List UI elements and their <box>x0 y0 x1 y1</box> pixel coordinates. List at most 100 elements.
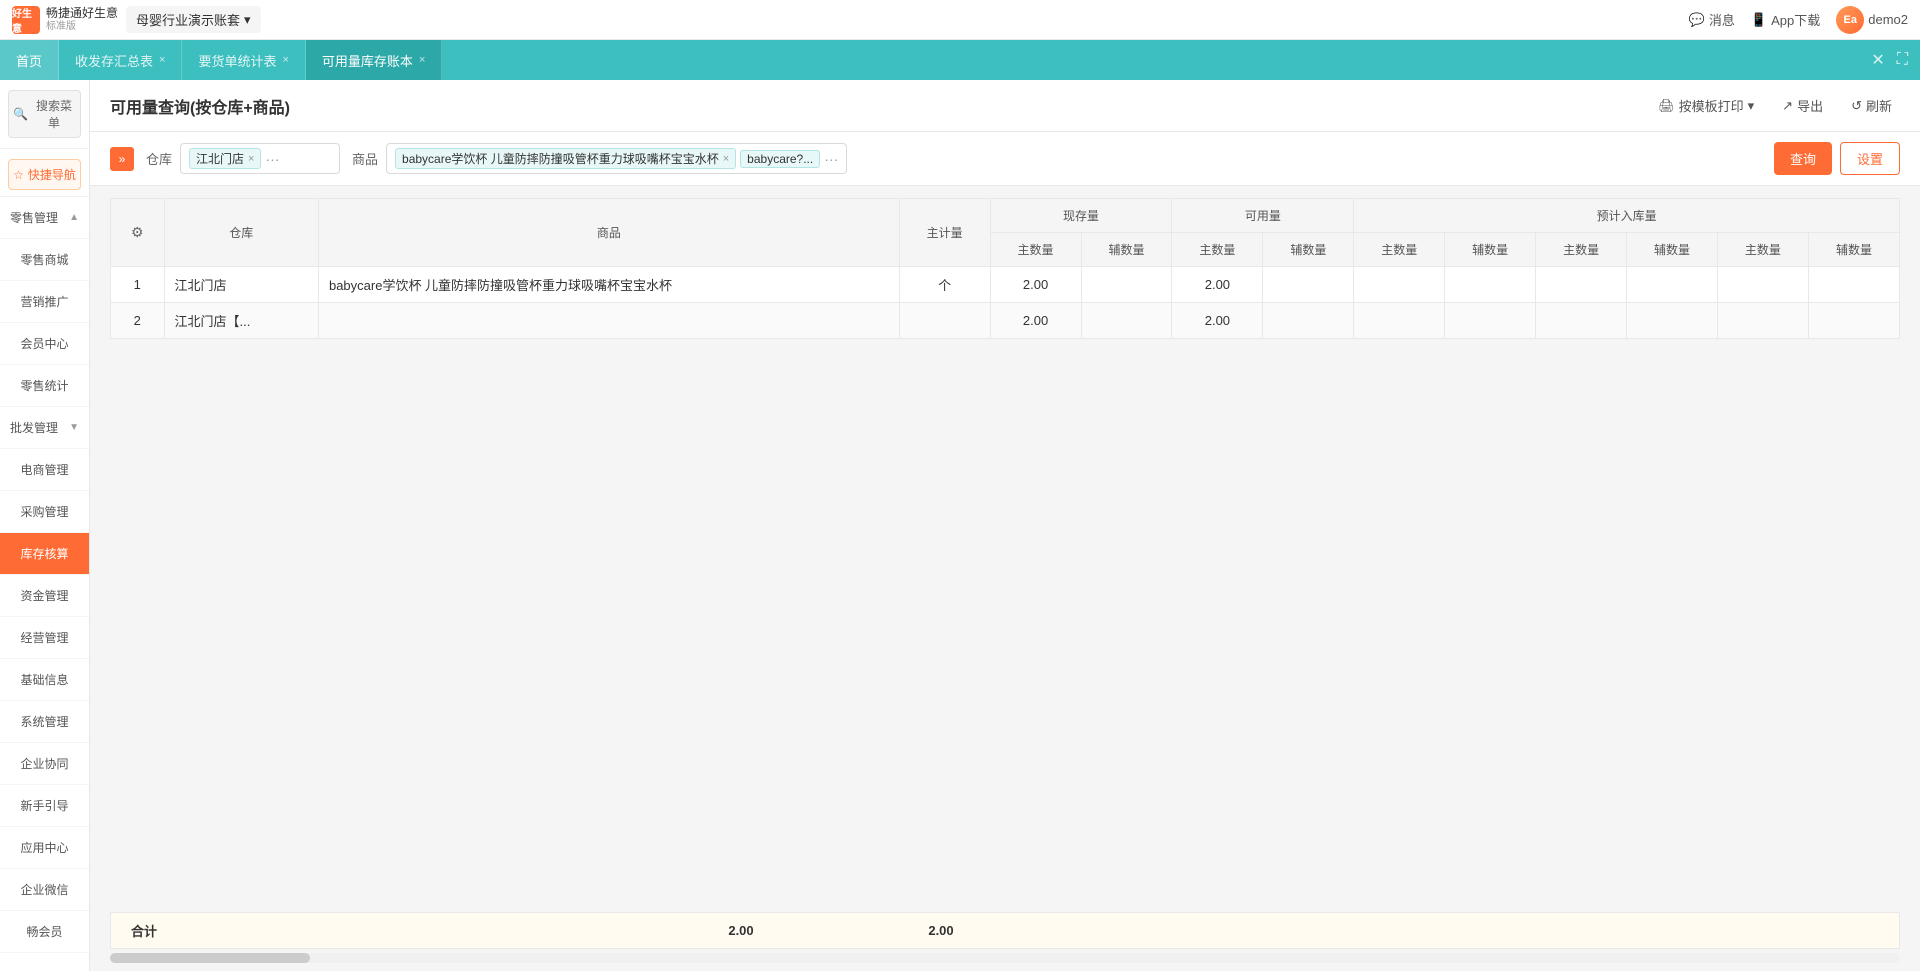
row-stock-main: 2.00 <box>990 267 1081 303</box>
sidebar-item-new-guide[interactable]: 新手引导 <box>0 785 89 827</box>
sidebar-nav-area: ☆ 快捷导航 <box>0 149 89 197</box>
col-warehouse-header: 仓库 <box>164 199 318 267</box>
row-stock-main: 2.00 <box>990 303 1081 339</box>
tab-available-stock[interactable]: 可用量库存账本 × <box>306 40 442 80</box>
content-area: 可用量查询(按仓库+商品) 🖨 按模板打印 ▾ ↗ 导出 ↺ 刷新 » <box>90 80 1920 971</box>
search-menu-button[interactable]: 🔍 搜索菜单 <box>8 90 81 138</box>
filter-action-buttons: 查询 设置 <box>1774 142 1900 175</box>
download-icon: 📱 <box>1751 12 1767 28</box>
refresh-button[interactable]: ↺ 刷新 <box>1843 92 1900 119</box>
message-button[interactable]: 💬 消息 <box>1689 10 1735 29</box>
sidebar-item-finance-mgmt[interactable]: 资金管理 <box>0 575 89 617</box>
sidebar-item-purchase-mgmt[interactable]: 采购管理 <box>0 491 89 533</box>
product-filter-label: 商品 <box>352 149 378 168</box>
row-no: 1 <box>111 267 165 303</box>
close-tab-order-stat[interactable]: × <box>282 54 288 66</box>
header-right: 💬 消息 📱 App下载 Ea demo2 <box>1689 6 1908 34</box>
filter-more-icon-2: ··· <box>824 151 838 167</box>
col-avail-main-header: 主数量 <box>1172 233 1263 267</box>
sidebar-item-app-center[interactable]: 应用中心 <box>0 827 89 869</box>
footer-stock-main: 2.00 <box>691 923 791 938</box>
nav-tabs: 首页 收发存汇总表 × 要货单统计表 × 可用量库存账本 × ✕ ⛶ <box>0 40 1920 80</box>
col-stock-group-header: 现存量 <box>990 199 1172 233</box>
main-layout: 🔍 搜索菜单 ☆ 快捷导航 零售管理 ▲ 零售商城 营销推广 会员中心 零售统计 <box>0 80 1920 971</box>
logo-text: 畅捷通好生意 标准版 <box>46 6 118 32</box>
tabs-right-actions: ✕ ⛶ <box>1867 46 1920 74</box>
sidebar-search-area: 🔍 搜索菜单 <box>0 80 89 149</box>
tab-receipt[interactable]: 收发存汇总表 × <box>59 40 182 80</box>
col-avail-aux-header: 辅数量 <box>1263 233 1354 267</box>
row-unit: 个 <box>899 267 990 303</box>
row-production-main <box>1717 267 1808 303</box>
sidebar-item-enterprise-collab[interactable]: 企业协同 <box>0 743 89 785</box>
sidebar-item-retail-mall[interactable]: 零售商城 <box>0 239 89 281</box>
nav-icon: ☆ <box>13 168 24 182</box>
header-left: 好生意 畅捷通好生意 标准版 母婴行业演示账套 ▾ <box>12 6 261 34</box>
filter-bar: » 仓库 江北门店 × ··· 商品 babycare学饮杯 儿童防摔防撞吸管杯… <box>90 132 1920 186</box>
col-incoming-main-header: 主数量 <box>1536 233 1627 267</box>
sidebar-item-enterprise-wechat[interactable]: 企业微信 <box>0 869 89 911</box>
remove-warehouse-tag[interactable]: × <box>248 153 254 165</box>
setting-button[interactable]: 设置 <box>1840 142 1900 175</box>
sidebar-item-wholesale-mgmt[interactable]: 批发管理 ▼ <box>0 407 89 449</box>
row-purchase-main <box>1354 303 1445 339</box>
export-button[interactable]: ↗ 导出 <box>1774 92 1831 119</box>
product-filter-tag-1: babycare学饮杯 儿童防摔防撞吸管杯重力球吸嘴杯宝宝水杯 × <box>395 148 736 169</box>
col-settings-header[interactable]: ⚙ <box>111 199 165 267</box>
page-title: 可用量查询(按仓库+商品) <box>110 94 290 130</box>
row-avail-main: 2.00 <box>1172 303 1263 339</box>
row-warehouse: 江北门店【... <box>164 303 318 339</box>
sidebar-item-member-center[interactable]: 会员中心 <box>0 323 89 365</box>
sidebar-item-inventory-check[interactable]: 库存核算 <box>0 533 89 575</box>
warehouse-filter-input[interactable]: 江北门店 × ··· <box>180 143 340 174</box>
col-expected-group-header: 预计入库量 <box>1354 199 1900 233</box>
sidebar-item-system-mgmt[interactable]: 系统管理 <box>0 701 89 743</box>
chevron-icon: ▲ <box>69 212 79 223</box>
store-selector[interactable]: 母婴行业演示账套 ▾ <box>126 6 261 33</box>
quick-nav-button[interactable]: ☆ 快捷导航 <box>8 159 81 190</box>
row-avail-aux <box>1263 303 1354 339</box>
warehouse-filter-tag: 江北门店 × <box>189 148 261 169</box>
top-header: 好生意 畅捷通好生意 标准版 母婴行业演示账套 ▾ 💬 消息 📱 App下载 E… <box>0 0 1920 40</box>
col-production-aux-header: 辅数量 <box>1808 233 1899 267</box>
print-icon: 🖨 <box>1658 98 1675 114</box>
row-incoming-aux <box>1627 303 1718 339</box>
app-download-button[interactable]: 📱 App下载 <box>1751 10 1820 29</box>
row-unit <box>899 303 990 339</box>
col-unit-header: 主计量 <box>899 199 990 267</box>
sidebar-item-basic-info[interactable]: 基础信息 <box>0 659 89 701</box>
expand-tabs-button[interactable]: ⛶ <box>1893 47 1912 73</box>
col-product-header: 商品 <box>318 199 899 267</box>
filter-expand-button[interactable]: » <box>110 147 134 171</box>
query-button[interactable]: 查询 <box>1774 142 1832 175</box>
horizontal-scrollbar[interactable] <box>110 953 1900 963</box>
close-tab-receipt[interactable]: × <box>159 54 165 66</box>
table-area: ⚙ 仓库 商品 主计量 现存量 可用量 预计入库量 主数量 辅数量 主数量 辅数… <box>90 186 1920 912</box>
scrollbar-thumb[interactable] <box>110 953 310 963</box>
tab-home[interactable]: 首页 <box>0 40 59 80</box>
user-profile[interactable]: Ea demo2 <box>1836 6 1908 34</box>
close-all-tabs-button[interactable]: ✕ <box>1867 46 1888 74</box>
footer-label: 合计 <box>131 921 691 940</box>
remove-product-tag-1[interactable]: × <box>723 153 729 165</box>
close-tab-available-stock[interactable]: × <box>419 54 425 66</box>
sidebar-item-ops-mgmt[interactable]: 经营管理 <box>0 617 89 659</box>
row-production-aux <box>1808 303 1899 339</box>
warehouse-filter-group: 仓库 江北门店 × ··· <box>146 143 340 174</box>
sidebar: 🔍 搜索菜单 ☆ 快捷导航 零售管理 ▲ 零售商城 营销推广 会员中心 零售统计 <box>0 80 90 971</box>
row-production-main <box>1717 303 1808 339</box>
sidebar-item-retail-stat[interactable]: 零售统计 <box>0 365 89 407</box>
product-filter-input[interactable]: babycare学饮杯 儿童防摔防撞吸管杯重力球吸嘴杯宝宝水杯 × babyca… <box>386 143 847 174</box>
sidebar-item-marketing[interactable]: 营销推广 <box>0 281 89 323</box>
sidebar-item-retail-mgmt[interactable]: 零售管理 ▲ <box>0 197 89 239</box>
print-button[interactable]: 🖨 按模板打印 ▾ <box>1650 92 1762 119</box>
footer-avail-main: 2.00 <box>891 923 991 938</box>
row-purchase-aux <box>1445 303 1536 339</box>
sidebar-item-vip-member[interactable]: 畅会员 <box>0 911 89 953</box>
col-purchase-aux-header: 辅数量 <box>1445 233 1536 267</box>
table-settings-icon: ⚙ <box>131 224 144 240</box>
row-stock-aux <box>1081 267 1172 303</box>
tab-order-stat[interactable]: 要货单统计表 × <box>182 40 305 80</box>
row-incoming-main <box>1536 267 1627 303</box>
sidebar-item-ecommerce-mgmt[interactable]: 电商管理 <box>0 449 89 491</box>
